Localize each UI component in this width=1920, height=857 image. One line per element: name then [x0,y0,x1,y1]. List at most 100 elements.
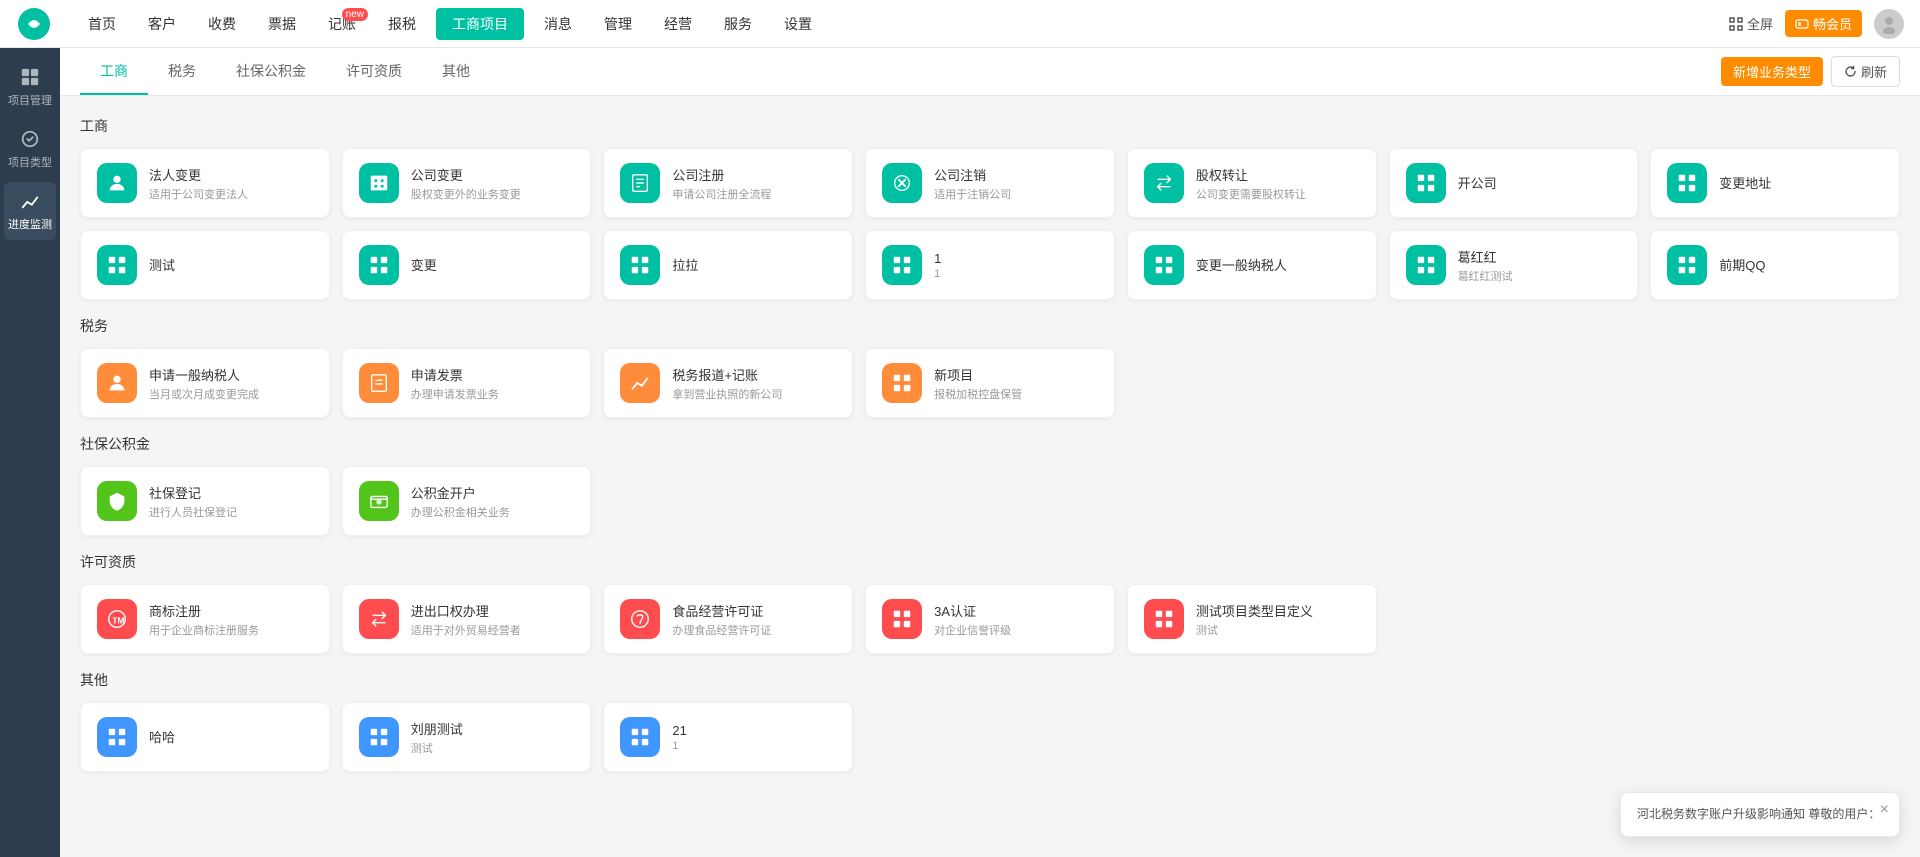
card-change[interactable]: 变更 [342,230,592,300]
card-icon-company-change [359,163,399,203]
sidebar-item-progress-monitor[interactable]: 进度监测 [4,182,56,240]
nav-item-settings[interactable]: 设置 [768,0,828,48]
card-icon-open-company [1406,163,1446,203]
nav-item-message[interactable]: 消息 [528,0,588,48]
tax-section-title: 税务 [80,316,1900,336]
card-icon-gehonghong [1406,245,1446,285]
card-open-company[interactable]: 开公司 [1389,148,1639,218]
notification-close-button[interactable]: × [1880,801,1889,819]
card-name-food-license: 食品经营许可证 [672,601,836,620]
app-logo [16,6,52,42]
card-name-open-company: 开公司 [1458,173,1622,192]
project-type-icon [19,128,41,150]
progress-monitor-icon [19,190,41,212]
card-icon-trademark: TM [97,599,137,639]
tab-other[interactable]: 其他 [422,48,490,95]
card-icon-change [359,245,399,285]
card-icon-change-taxpayer [1144,245,1184,285]
user-avatar[interactable] [1874,9,1904,39]
card-pre-qq[interactable]: 前期QQ [1650,230,1900,300]
card-icon-new-project [882,363,922,403]
card-name-change-taxpayer: 变更一般纳税人 [1196,255,1360,274]
card-name-social-register: 社保登记 [149,483,313,502]
svg-text:TM: TM [112,617,124,626]
other-cards-grid: 哈哈 刘朋测试测试211 [80,702,1900,772]
card-social-register[interactable]: 社保登记进行人员社保登记 [80,466,330,536]
sidebar-label-project-manage: 项目管理 [8,92,52,108]
card-change-address[interactable]: 变更地址 [1650,148,1900,218]
card-new-project[interactable]: 新项目报税加税控盘保管 [865,348,1115,418]
nav-item-manage[interactable]: 管理 [588,0,648,48]
card-test-type-def[interactable]: 测试项目类型目定义测试 [1127,584,1377,654]
card-haha[interactable]: 哈哈 [80,702,330,772]
card-fund-account[interactable]: 公积金开户办理公积金相关业务 [342,466,592,536]
card-icon-company-cancel [882,163,922,203]
card-name-haha: 哈哈 [149,727,313,746]
nav-item-billing[interactable]: 收费 [192,0,252,48]
nav-item-tax[interactable]: 报税 [372,0,432,48]
fullscreen-label: 全屏 [1747,14,1773,33]
nav-item-client[interactable]: 客户 [132,0,192,48]
card-name-change-address: 变更地址 [1719,173,1883,192]
card-icon-apply-taxpayer [97,363,137,403]
card-tax-report-bookkeeping[interactable]: 税务报道+记账拿到营业执照的新公司 [603,348,853,418]
nav-item-ticket[interactable]: 票据 [252,0,312,48]
add-type-button[interactable]: 新增业务类型 [1721,57,1823,86]
card-twenty-one[interactable]: 211 [603,702,853,772]
nav-item-service[interactable]: 服务 [708,0,768,48]
card-desc-company-cancel: 适用于注销公司 [934,186,1098,202]
card-test[interactable]: 测试 [80,230,330,300]
nav-item-home[interactable]: 首页 [72,0,132,48]
card-icon-pre-qq [1667,245,1707,285]
sidebar-item-project-type[interactable]: 项目类型 [4,120,56,178]
content-area: 工商 税务 社保公积金 许可资质 其他 新增业务类型 刷新 [60,48,1920,857]
main-layout: 项目管理 项目类型 进度监测 工商 税务 社保公积金 [0,48,1920,857]
sidebar-item-project-manage[interactable]: 项目管理 [4,58,56,116]
nav-item-operation[interactable]: 经营 [648,0,708,48]
card-name-one: 1 [934,251,1098,266]
card-import-export[interactable]: 进出口权办理适用于对外贸易经营者 [342,584,592,654]
card-company-cancel[interactable]: 公司注销适用于注销公司 [865,148,1115,218]
refresh-button[interactable]: 刷新 [1831,56,1900,87]
tab-license[interactable]: 许可资质 [326,48,422,95]
card-lala[interactable]: 拉拉 [603,230,853,300]
project-manage-icon [19,66,41,88]
card-desc-company-register: 申请公司注册全流程 [672,186,836,202]
card-icon-company-register [620,163,660,203]
card-one[interactable]: 11 [865,230,1115,300]
card-apply-taxpayer[interactable]: 申请一般纳税人当月或次月成变更完成 [80,348,330,418]
sidebar: 项目管理 项目类型 进度监测 [0,48,60,857]
vip-button[interactable]: 畅会员 [1785,10,1862,37]
card-food-license[interactable]: 食品经营许可证办理食品经营许可证 [603,584,853,654]
nav-item-industry[interactable]: 工商项目 [436,8,524,40]
card-legal-change[interactable]: 法人变更适用于公司变更法人 [80,148,330,218]
card-liupeng-test[interactable]: 刘朋测试测试 [342,702,592,772]
card-gehonghong[interactable]: 葛红红葛红红测试 [1389,230,1639,300]
tab-industry[interactable]: 工商 [80,48,148,95]
card-desc-fund-account: 办理公积金相关业务 [411,504,575,520]
nav-item-bookkeeping[interactable]: 记账new [312,0,372,48]
card-name-company-cancel: 公司注销 [934,165,1098,184]
card-name-liupeng-test: 刘朋测试 [411,719,575,738]
card-name-lala: 拉拉 [672,255,836,274]
page-content: 工商 法人变更适用于公司变更法人公司变更股权变更外的业务变更公司注册申请公司注册… [60,96,1920,857]
industry-section: 工商 法人变更适用于公司变更法人公司变更股权变更外的业务变更公司注册申请公司注册… [80,116,1900,300]
fullscreen-button[interactable]: 全屏 [1729,14,1773,33]
card-equity-transfer[interactable]: 股权转让公司变更需要股权转让 [1127,148,1377,218]
tab-tax[interactable]: 税务 [148,48,216,95]
card-trademark[interactable]: TM商标注册用于企业商标注册服务 [80,584,330,654]
card-change-taxpayer[interactable]: 变更一般纳税人 [1127,230,1377,300]
industry-cards-grid: 法人变更适用于公司变更法人公司变更股权变更外的业务变更公司注册申请公司注册全流程… [80,148,1900,300]
card-name-pre-qq: 前期QQ [1719,255,1883,274]
card-name-company-register: 公司注册 [672,165,836,184]
card-icon-tax-report-bookkeeping [620,363,660,403]
card-apply-invoice[interactable]: 申请发票办理申请发票业务 [342,348,592,418]
card-3a-cert[interactable]: 3A认证对企业信誉评级 [865,584,1115,654]
card-company-register[interactable]: 公司注册申请公司注册全流程 [603,148,853,218]
tab-social-fund[interactable]: 社保公积金 [216,48,326,95]
card-name-test: 测试 [149,255,313,274]
card-company-change[interactable]: 公司变更股权变更外的业务变更 [342,148,592,218]
tax-section: 税务 申请一般纳税人当月或次月成变更完成申请发票办理申请发票业务税务报道+记账拿… [80,316,1900,418]
card-desc-gehonghong: 葛红红测试 [1458,268,1622,284]
card-icon-apply-invoice [359,363,399,403]
